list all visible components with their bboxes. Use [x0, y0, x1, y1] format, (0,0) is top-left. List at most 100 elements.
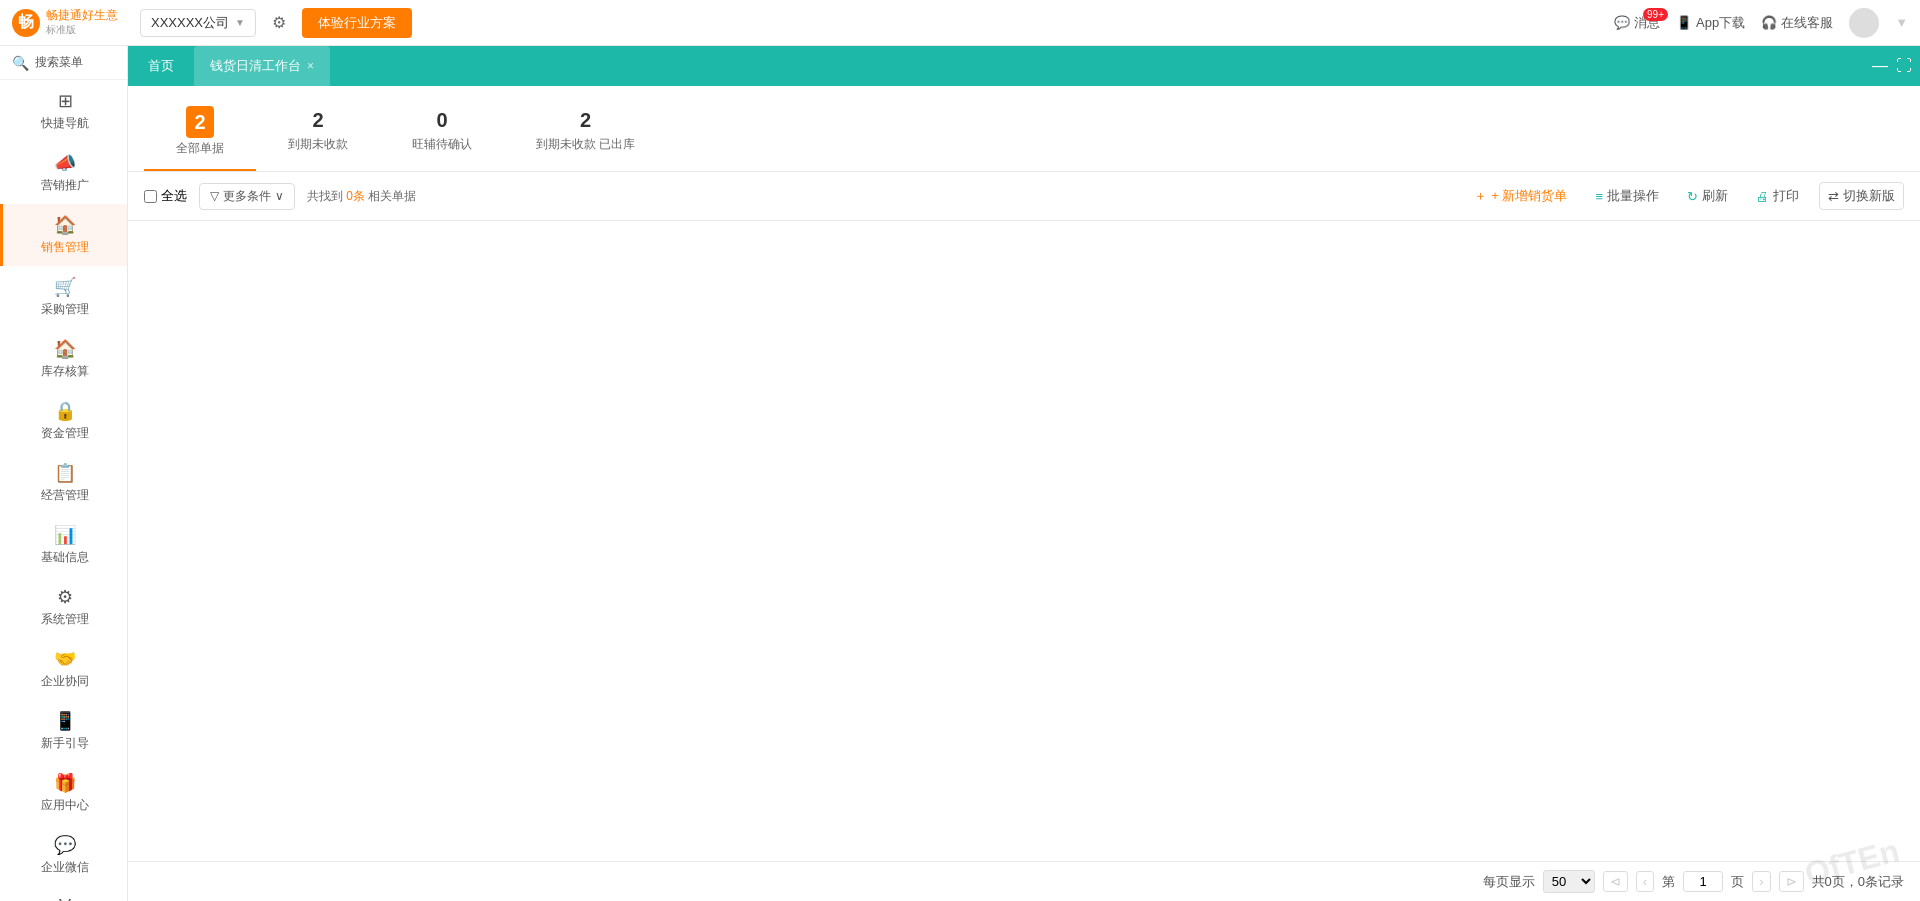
stat-label-0: 全部单据	[176, 140, 224, 157]
select-all-input[interactable]	[144, 190, 157, 203]
page-prev-button[interactable]: ‹	[1636, 871, 1654, 892]
search-menu-item[interactable]: 🔍 搜索菜单	[0, 46, 127, 80]
print-button[interactable]: 🖨 打印	[1748, 183, 1807, 209]
logo-name: 畅捷通好生意	[46, 8, 118, 24]
found-text: 共找到 0条 相关单据	[307, 188, 416, 205]
sidebar-item-enterprise[interactable]: 🤝企业协同	[0, 638, 127, 700]
close-icon[interactable]: ×	[307, 59, 314, 73]
add-icon: ＋	[1474, 187, 1487, 205]
found-count: 0条	[346, 189, 365, 203]
filter-button[interactable]: ▽ 更多条件 ∨	[199, 183, 295, 210]
switch-icon: ⇄	[1828, 189, 1839, 204]
header-right: 💬 消息 99+ 📱 App下载 🎧 在线客服 ▼	[1614, 8, 1908, 38]
logo-icon: 畅	[12, 9, 40, 37]
tab-label: 钱货日清工作台	[210, 57, 301, 75]
member-icon: V	[59, 896, 71, 901]
stat-card-3[interactable]: 2 到期未收款 已出库	[504, 98, 667, 171]
inventory-icon: 🏠	[54, 338, 76, 360]
table-area	[128, 221, 1920, 861]
search-menu-label: 搜索菜单	[35, 54, 83, 71]
basic-info-icon: 📊	[54, 524, 76, 546]
weixin-icon: 💬	[54, 834, 76, 856]
page-number-input[interactable]	[1683, 871, 1723, 892]
filter-icon: ▽	[210, 189, 219, 203]
page-first-button[interactable]: ⊲	[1603, 871, 1628, 892]
select-all-checkbox[interactable]: 全选	[144, 187, 187, 205]
tab-maximize-button[interactable]: ⛶	[1896, 57, 1912, 75]
operations-icon: 📋	[54, 462, 76, 484]
tab-home[interactable]: 首页	[128, 46, 194, 86]
sidebar-item-finance[interactable]: 🔒 资金管理	[0, 390, 127, 452]
batch-button[interactable]: ≡ 批量操作	[1587, 183, 1667, 209]
sidebar-item-system[interactable]: ⚙系统管理	[0, 576, 127, 638]
sidebar-item-purchase[interactable]: 🛒采购管理	[0, 266, 127, 328]
message-button[interactable]: 💬 消息 99+	[1614, 14, 1660, 32]
app-download-label: App下载	[1696, 14, 1745, 32]
pagination-bar: 每页显示 102050100 ⊲ ‹ 第 页 › ⊳ 共0页，0条记录	[128, 861, 1920, 901]
tab-qianghuo[interactable]: 钱货日清工作台 ×	[194, 46, 330, 86]
sidebar-item-sales[interactable]: 🏠销售管理	[0, 204, 127, 266]
sidebar-item-inventory[interactable]: 🏠 库存核算	[0, 328, 127, 390]
batch-icon: ≡	[1595, 189, 1603, 204]
sidebar-item-label-app-center: 应用中心	[41, 797, 89, 814]
sidebar-item-label-quick-nav: 快捷导航	[41, 115, 89, 132]
system-icon: ⚙	[57, 586, 73, 608]
sidebar-item-label-marketing: 营销推广	[41, 177, 89, 194]
sidebar-item-weixin[interactable]: 💬企业微信	[0, 824, 127, 886]
page-next-button[interactable]: ›	[1752, 871, 1770, 892]
stat-num-1: 2	[312, 106, 323, 134]
logo-area: 畅 畅捷通好生意 标准版	[12, 8, 140, 38]
sidebar-item-label-basic-info: 基础信息	[41, 549, 89, 566]
stat-card-0[interactable]: 2全部单据	[144, 98, 256, 171]
quick-nav-icon: ⊞	[58, 90, 73, 112]
stats-bar: 2全部单据 2 到期未收款 0旺辅待确认 2 到期未收款 已出库	[128, 86, 1920, 172]
page-last-button[interactable]: ⊳	[1779, 871, 1804, 892]
sidebar-item-label-guide: 新手引导	[41, 735, 89, 752]
tab-minimize-button[interactable]: —	[1872, 57, 1888, 75]
sidebar-item-basic-info[interactable]: 📊 基础信息	[0, 514, 127, 576]
experience-button[interactable]: 体验行业方案	[302, 8, 412, 38]
page-suffix: 页	[1731, 873, 1744, 891]
sidebar-item-label-purchase: 采购管理	[41, 301, 89, 318]
switch-version-button[interactable]: ⇄ 切换新版	[1819, 182, 1904, 210]
sidebar-item-label-inventory: 库存核算	[41, 363, 89, 380]
online-service-button[interactable]: 🎧 在线客服	[1761, 14, 1833, 32]
per-page-select[interactable]: 102050100	[1543, 870, 1595, 893]
home-tab-label: 首页	[148, 57, 174, 75]
sidebar-item-label-operations: 经营管理	[41, 487, 89, 504]
sidebar-item-guide[interactable]: 📱新手引导	[0, 700, 127, 762]
total-label: 共0页，0条记录	[1812, 873, 1904, 891]
sidebar-item-quick-nav[interactable]: ⊞ 快捷导航	[0, 80, 127, 142]
enterprise-icon: 🤝	[54, 648, 76, 670]
print-icon: 🖨	[1756, 189, 1769, 204]
avatar[interactable]	[1849, 8, 1879, 38]
tab-bar-right: — ⛶	[1872, 57, 1920, 75]
message-icon: 💬	[1614, 15, 1630, 30]
sidebar-item-member[interactable]: V畅会员	[0, 886, 127, 901]
stat-num-3: 2	[580, 106, 591, 134]
chevron-down-icon: ▼	[235, 17, 245, 28]
company-selector[interactable]: XXXXXX公司 ▼	[140, 9, 256, 37]
logo-sub: 标准版	[46, 23, 118, 37]
message-badge: 99+	[1643, 8, 1668, 21]
app-download-button[interactable]: 📱 App下载	[1676, 14, 1745, 32]
service-icon: 🎧	[1761, 15, 1777, 30]
stat-num-2: 0	[436, 106, 447, 134]
refresh-icon: ↻	[1687, 189, 1698, 204]
user-name[interactable]: ▼	[1895, 15, 1908, 30]
search-icon: 🔍	[12, 55, 29, 71]
sidebar-item-label-finance: 资金管理	[41, 425, 89, 442]
stat-card-2[interactable]: 0旺辅待确认	[380, 98, 504, 171]
stat-card-1[interactable]: 2 到期未收款	[256, 98, 380, 171]
finance-icon: 🔒	[54, 400, 76, 422]
filter-label: 更多条件	[223, 188, 271, 205]
settings-button[interactable]: ⚙	[264, 8, 294, 38]
refresh-button[interactable]: ↻ 刷新	[1679, 183, 1736, 209]
sidebar-item-app-center[interactable]: 🎁应用中心	[0, 762, 127, 824]
add-sale-button[interactable]: ＋ + 新增销货单	[1466, 183, 1575, 209]
sidebar-item-operations[interactable]: 📋 经营管理	[0, 452, 127, 514]
stat-label-3: 到期未收款 已出库	[536, 136, 635, 153]
stat-label-1: 到期未收款	[288, 136, 348, 153]
sidebar-item-marketing[interactable]: 📣营销推广	[0, 142, 127, 204]
download-icon: 📱	[1676, 15, 1692, 30]
